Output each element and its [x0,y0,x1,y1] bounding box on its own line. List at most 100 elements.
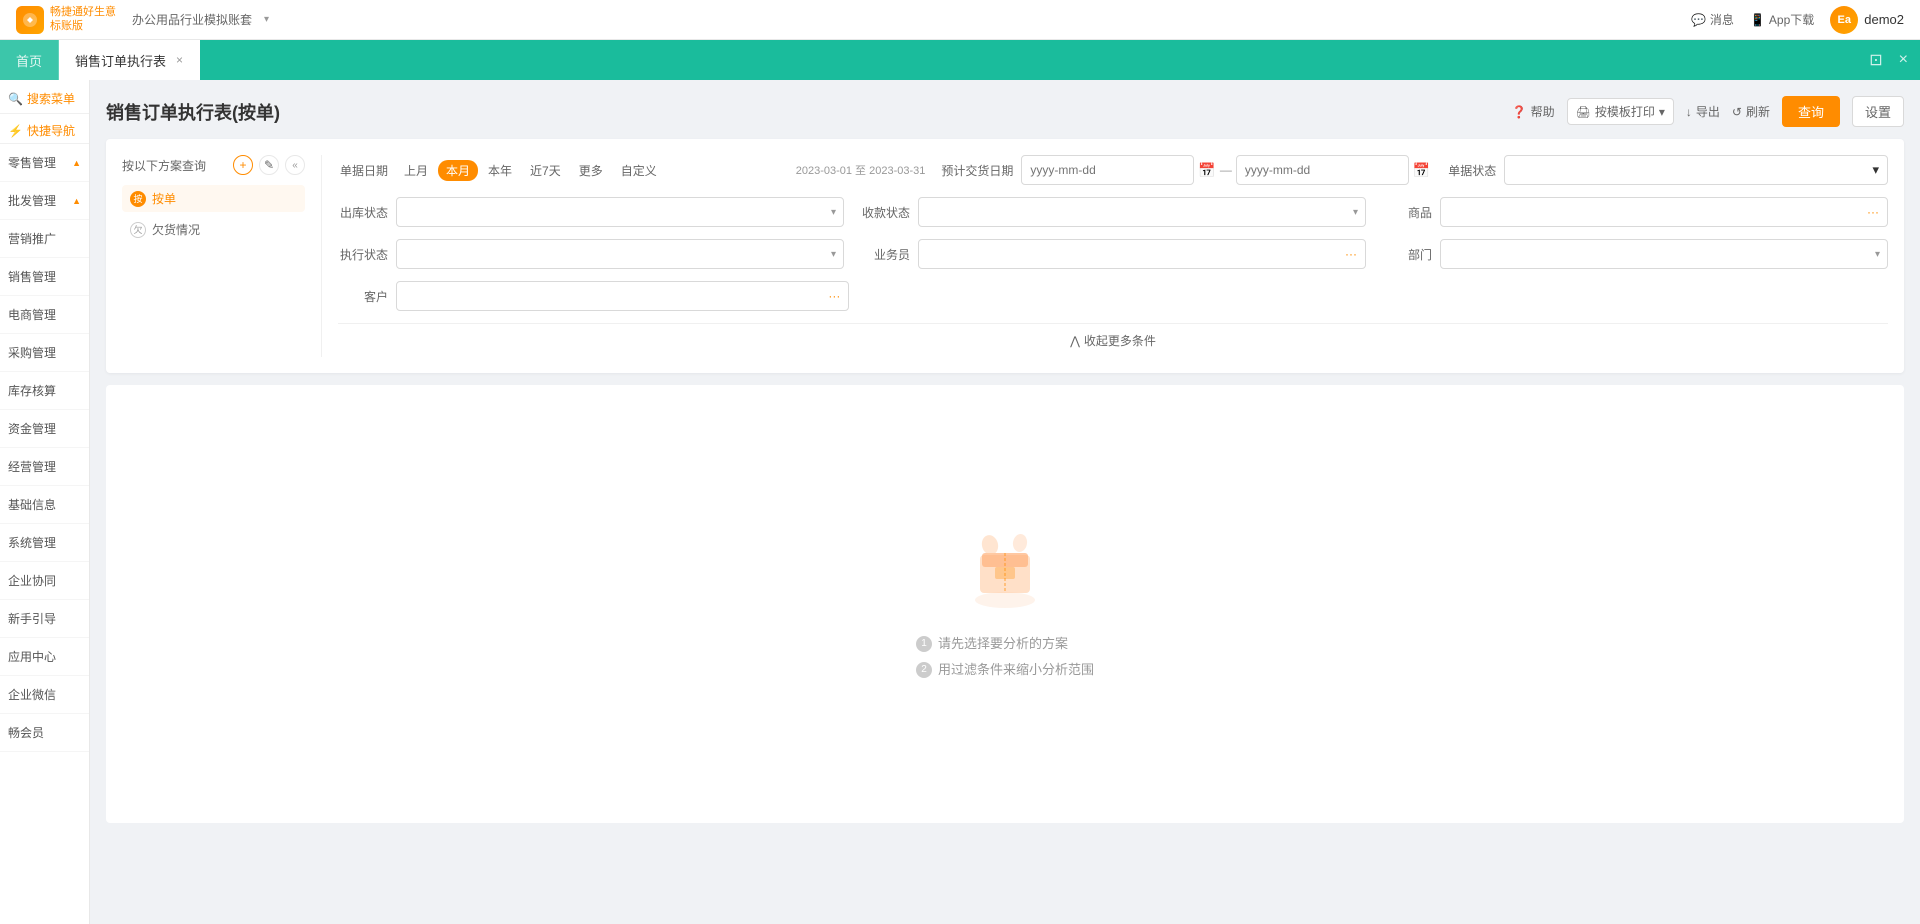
sidebar-item-purchase[interactable]: 采购管理 [0,334,89,372]
tab-active-label: 销售订单执行表 [75,51,166,70]
delivery-select-wrapper: ▾ [396,197,844,227]
expected-date-label: 预计交货日期 [941,162,1013,179]
tab-active[interactable]: 销售订单执行表 × [59,40,200,80]
filter-group-delivery: 出库状态 ▾ [338,197,844,227]
date-tab-more[interactable]: 更多 [571,160,611,181]
filter-group-product: 商品 ··· [1382,197,1888,227]
sidebar-item-operations[interactable]: 经营管理 [0,448,89,486]
sidebar-item-apps[interactable]: 应用中心 [0,638,89,676]
logo-area[interactable]: 畅捷通好生意 标账版 [16,6,116,34]
department-select[interactable] [1440,239,1888,269]
department-select-wrapper: ▾ [1440,239,1888,269]
template-print-button[interactable]: 🖨 按模板打印 ▾ [1567,98,1674,125]
delivery-label: 出库状态 [338,204,388,221]
user-name: demo2 [1864,12,1904,27]
refresh-button[interactable]: ↺ 刷新 [1732,103,1770,120]
export-button[interactable]: ↓ 导出 [1686,103,1720,120]
filter-group-collection: 收款状态 ▾ [860,197,1366,227]
date-tab-this-year[interactable]: 本年 [480,160,520,181]
print-dropdown-icon: ▾ [1659,105,1665,119]
customer-label: 客户 [338,288,388,305]
top-bar-right: 💬 消息 📱 App下载 Ea demo2 [1691,6,1904,34]
date-tab-last-month[interactable]: 上月 [396,160,436,181]
sidebar-item-wechat[interactable]: 企业微信 [0,676,89,714]
scheme-item-backorder[interactable]: 欠 欠货情况 [122,216,305,243]
salesperson-field[interactable]: ··· [918,239,1366,269]
date-tab-this-month[interactable]: 本月 [438,160,478,181]
customer-field[interactable]: ··· [396,281,849,311]
add-scheme-button[interactable]: + [233,155,253,175]
execution-select[interactable] [396,239,844,269]
main-layout: 🔍 搜索菜单 ⚡ 快捷导航 零售管理 批发管理 营销推广 销售管理 电商管理 采… [0,80,1920,924]
sidebar-item-guide[interactable]: 新手引导 [0,600,89,638]
settings-button[interactable]: 设置 [1852,96,1904,127]
product-field[interactable]: ··· [1440,197,1888,227]
collection-select-wrapper: ▾ [918,197,1366,227]
tab-home-label: 首页 [16,51,42,70]
filter-scheme-panel: 按以下方案查询 + ✎ « 按 按单 欠 [122,155,322,357]
sidebar-item-basic-info[interactable]: 基础信息 [0,486,89,524]
sidebar-item-system[interactable]: 系统管理 [0,524,89,562]
tab-bar-right: ⊡ × [1865,46,1920,74]
filter-group-department: 部门 ▾ [1382,239,1888,269]
sidebar-search[interactable]: 🔍 搜索菜单 [0,80,89,114]
delivery-select[interactable] [396,197,844,227]
scheme-item-order[interactable]: 按 按单 [122,185,305,212]
calendar-from-icon[interactable]: 📅 [1198,162,1215,179]
status-select[interactable]: ▾ [1504,155,1888,185]
date-range-text: 2023-03-01 至 2023-03-31 [796,162,926,178]
status-dropdown-icon: ▾ [1872,162,1879,178]
refresh-icon: ↺ [1732,105,1742,119]
tab-home[interactable]: 首页 [0,40,59,80]
expected-date-to-input[interactable] [1236,155,1409,185]
sidebar-item-retail[interactable]: 零售管理 [0,144,89,182]
collapse-button[interactable]: ⋀ 收起更多条件 [338,323,1888,357]
message-icon: 💬 [1691,13,1706,27]
app-download-button[interactable]: 📱 App下载 [1750,11,1814,28]
message-button[interactable]: 💬 消息 [1691,11,1734,28]
status-label: 单据状态 [1446,162,1496,179]
sidebar-item-member[interactable]: 畅会员 [0,714,89,752]
scheme-label: 按以下方案查询 [122,157,206,174]
product-more-icon: ··· [1867,205,1879,219]
collapse-scheme-button[interactable]: « [285,155,305,175]
tab-close-icon[interactable]: × [176,53,183,67]
date-tab-custom[interactable]: 自定义 [613,160,665,181]
tip-num-1: 1 [916,636,932,652]
filter-group-date: 单据日期 上月 本月 本年 近7天 更多 自定义 [338,160,780,181]
tip-num-2: 2 [916,662,932,678]
export-icon: ↓ [1686,105,1692,119]
window-restore-icon[interactable]: ⊡ [1865,46,1886,74]
system-dropdown-icon[interactable]: ▾ [264,14,269,25]
collection-label: 收款状态 [860,204,910,221]
page-actions: ❓ 帮助 🖨 按模板打印 ▾ ↓ 导出 ↺ 刷新 [1512,96,1904,127]
page-header: 销售订单执行表(按单) ❓ 帮助 🖨 按模板打印 ▾ ↓ 导出 [106,96,1904,127]
date-separator: — [1220,163,1232,177]
expected-date-from-input[interactable] [1021,155,1194,185]
help-button[interactable]: ❓ 帮助 [1512,103,1555,120]
edit-scheme-button[interactable]: ✎ [259,155,279,175]
sidebar-item-inventory[interactable]: 库存核算 [0,372,89,410]
empty-state-illustration [960,525,1050,615]
sidebar-item-sales[interactable]: 销售管理 [0,258,89,296]
date-tabs: 上月 本月 本年 近7天 更多 自定义 [396,160,665,181]
search-button[interactable]: 查询 [1782,96,1840,127]
collection-select[interactable] [918,197,1366,227]
star-icon: ⚡ [8,124,23,138]
date-tab-7days[interactable]: 近7天 [522,160,569,181]
tab-bar: 首页 销售订单执行表 × ⊡ × [0,40,1920,80]
empty-state: 1 请先选择要分析的方案 2 用过滤条件来缩小分析范围 [106,445,1904,763]
sidebar-quick-nav[interactable]: ⚡ 快捷导航 [0,114,89,144]
sidebar-item-finance[interactable]: 资金管理 [0,410,89,448]
user-avatar-area[interactable]: Ea demo2 [1830,6,1904,34]
window-close-icon[interactable]: × [1895,47,1912,73]
sidebar-item-wholesale[interactable]: 批发管理 [0,182,89,220]
sidebar-item-enterprise[interactable]: 企业协同 [0,562,89,600]
product-label: 商品 [1382,204,1432,221]
calendar-to-icon[interactable]: 📅 [1413,162,1430,179]
system-title: 办公用品行业模拟账套 [132,11,252,28]
filter-group-execution: 执行状态 ▾ [338,239,844,269]
sidebar-item-ecommerce[interactable]: 电商管理 [0,296,89,334]
sidebar-item-marketing[interactable]: 营销推广 [0,220,89,258]
scheme-actions: + ✎ « [233,155,305,175]
